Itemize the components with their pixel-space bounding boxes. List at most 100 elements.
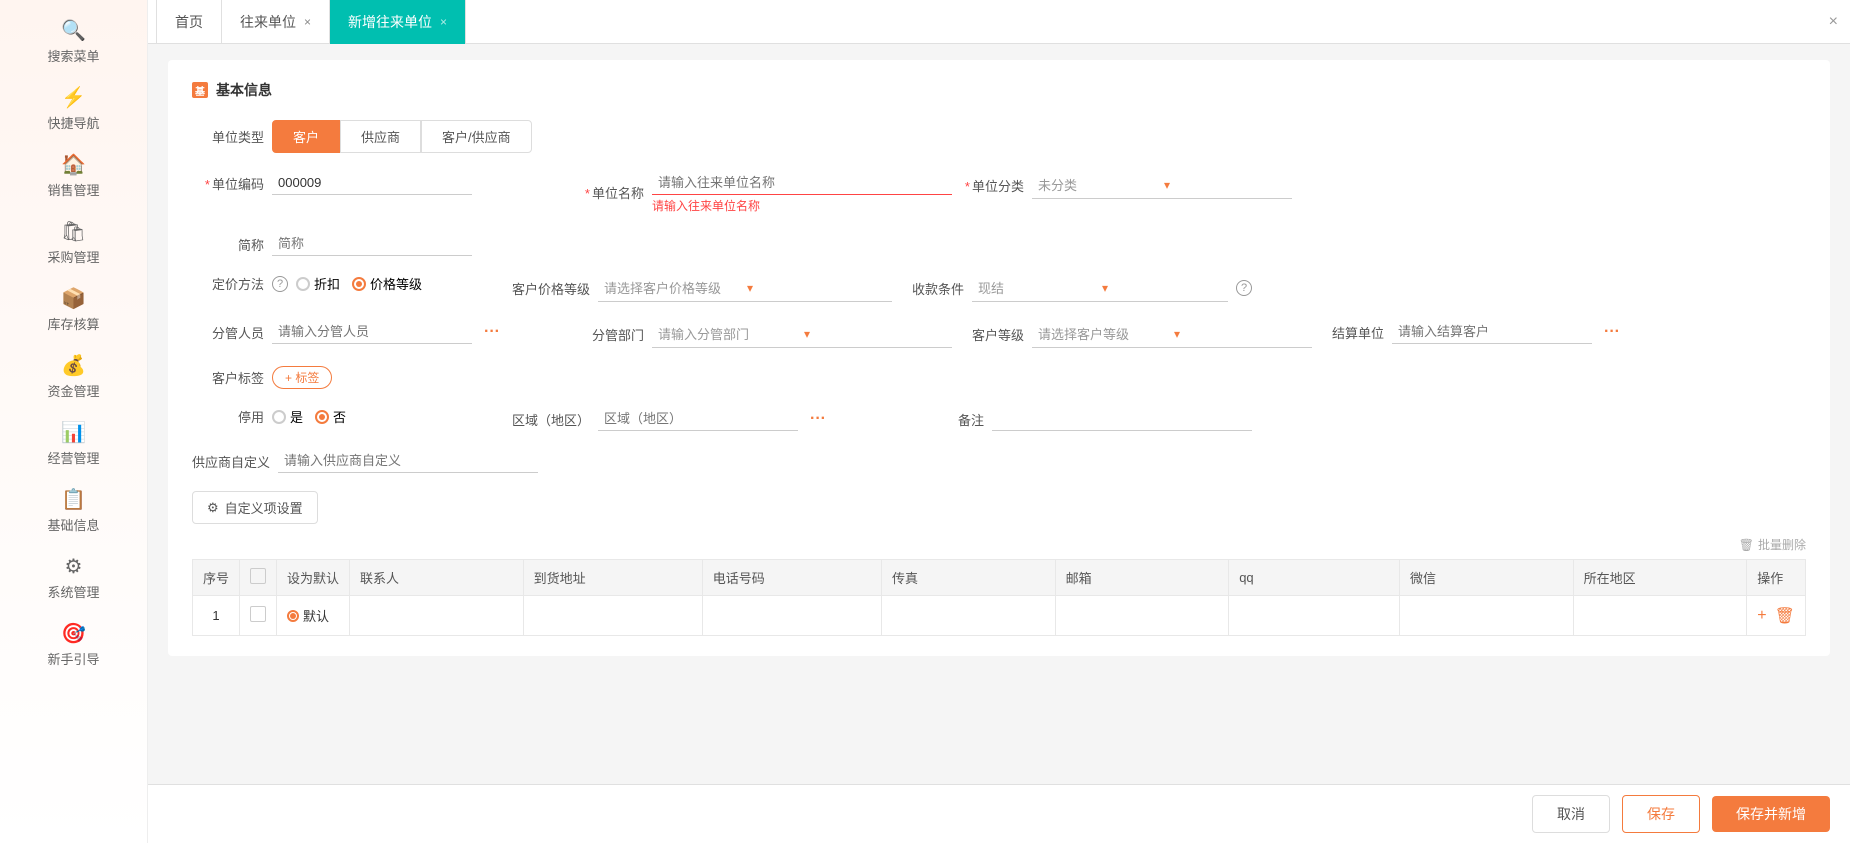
pricing-help-icon[interactable]: ? <box>272 276 288 292</box>
region-input[interactable] <box>598 407 798 431</box>
td-checkbox[interactable] <box>240 596 277 636</box>
sidebar-label-inventory: 库存核算 <box>47 314 99 333</box>
type-btn-both[interactable]: 客户/供应商 <box>421 120 532 153</box>
address-input[interactable] <box>534 604 692 627</box>
td-contact[interactable] <box>350 596 524 636</box>
td-fax[interactable] <box>881 596 1055 636</box>
sales-icon: 🏠 <box>61 152 86 177</box>
region-more-btn[interactable]: ··· <box>806 410 830 428</box>
sidebar-item-system[interactable]: ⚙ 系统管理 <box>0 544 147 611</box>
unit-category-group: 单位分类 未分类 ▾ <box>952 171 1292 199</box>
tab-new-partner-close[interactable]: × <box>440 15 447 29</box>
tab-bar: 首页 往来单位 × 新增往来单位 × × <box>148 0 1850 44</box>
email-input[interactable] <box>1066 604 1219 627</box>
phone-input[interactable] <box>713 604 871 627</box>
payment-condition-select[interactable]: 现结 ▾ <box>972 274 1228 302</box>
td-location[interactable] <box>1573 596 1747 636</box>
price-level-label: 价格等级 <box>370 274 422 293</box>
customer-price-level-label: 客户价格等级 <box>512 279 590 298</box>
manager-more-btn[interactable]: ··· <box>480 323 504 341</box>
sidebar-item-inventory[interactable]: 📦 库存核算 <box>0 276 147 343</box>
payment-help-icon[interactable]: ? <box>1236 280 1252 296</box>
batch-delete-area[interactable]: 🗑 批量删除 <box>192 536 1806 553</box>
customer-level-group: 客户等级 请选择客户等级 ▾ <box>952 320 1312 348</box>
unit-code-group: 单位编码 <box>192 171 572 195</box>
unit-code-input[interactable] <box>272 171 472 195</box>
payment-condition-arrow: ▾ <box>1102 281 1222 295</box>
save-button[interactable]: 保存 <box>1622 795 1700 833</box>
disabled-row: 停用 是 否 区域（地区） ··· <box>192 407 1806 431</box>
cancel-button[interactable]: 取消 <box>1532 795 1610 833</box>
contact-input[interactable] <box>360 604 513 627</box>
td-email[interactable] <box>1055 596 1229 636</box>
customer-level-select[interactable]: 请选择客户等级 ▾ <box>1032 320 1312 348</box>
tab-new-partner[interactable]: 新增往来单位 × <box>330 0 466 44</box>
supplier-custom-group: 供应商自定义 <box>192 449 652 473</box>
remark-input[interactable] <box>992 407 1252 431</box>
unit-name-input[interactable] <box>652 171 952 195</box>
td-phone[interactable] <box>702 596 881 636</box>
row-checkbox[interactable] <box>250 606 266 622</box>
add-row-btn[interactable]: + <box>1757 607 1766 625</box>
manager-input[interactable] <box>272 320 472 344</box>
pricing-radio-price-level[interactable]: 价格等级 <box>352 274 422 293</box>
payment-condition-value: 现结 <box>978 278 1098 297</box>
customer-tags-row: 客户标签 + 标签 <box>192 366 1806 389</box>
default-radio[interactable] <box>287 610 299 622</box>
close-all-tabs[interactable]: × <box>1829 13 1838 31</box>
disabled-group: 停用 是 否 <box>192 407 512 426</box>
unit-category-value: 未分类 <box>1038 175 1160 194</box>
fax-input[interactable] <box>892 604 1045 627</box>
add-tag-button[interactable]: + 标签 <box>272 366 332 389</box>
customer-price-level-placeholder: 请选择客户价格等级 <box>604 278 743 297</box>
search-icon: 🔍 <box>61 18 86 43</box>
custom-settings-button[interactable]: ⚙ 自定义项设置 <box>192 491 318 524</box>
td-address[interactable] <box>523 596 702 636</box>
location-input[interactable] <box>1584 604 1737 627</box>
discount-radio-circle <box>296 277 310 291</box>
sidebar-item-operations[interactable]: 📊 经营管理 <box>0 410 147 477</box>
save-and-new-button[interactable]: 保存并新增 <box>1712 796 1830 832</box>
sidebar-item-finance[interactable]: 💰 资金管理 <box>0 343 147 410</box>
type-btn-customer[interactable]: 客户 <box>272 120 340 153</box>
short-name-input[interactable] <box>272 232 472 256</box>
supplier-custom-label: 供应商自定义 <box>192 452 270 471</box>
customer-price-level-select[interactable]: 请选择客户价格等级 ▾ <box>598 274 892 302</box>
disabled-radios: 是 否 <box>272 407 346 426</box>
tab-partner[interactable]: 往来单位 × <box>222 0 330 44</box>
customer-tags-label: 客户标签 <box>192 368 264 387</box>
unit-name-input-group: 请输入往来单位名称 <box>652 171 952 214</box>
sidebar-item-base[interactable]: 📋 基础信息 <box>0 477 147 544</box>
disabled-radio-no[interactable]: 否 <box>315 407 346 426</box>
sidebar: 🔍 搜索菜单 ⚡ 快捷导航 🏠 销售管理 🛍 采购管理 📦 库存核算 💰 资金管… <box>0 0 148 843</box>
contact-table: 序号 设为默认 联系人 到货地址 电话号码 传真 邮箱 qq 微信 所在地区 操… <box>192 559 1806 636</box>
tab-home[interactable]: 首页 <box>156 0 222 44</box>
sidebar-label-search: 搜索菜单 <box>47 46 99 65</box>
operations-icon: 📊 <box>61 420 86 445</box>
payment-condition-group: 收款条件 现结 ▾ ? <box>892 274 1252 302</box>
region-label: 区域（地区） <box>512 410 590 429</box>
pricing-method-group: 定价方法 ? 折扣 价格等级 <box>192 274 512 293</box>
delete-row-btn[interactable]: 🗑 <box>1775 606 1795 626</box>
td-qq[interactable] <box>1229 596 1400 636</box>
tab-partner-close[interactable]: × <box>304 15 311 29</box>
unit-name-group: 单位名称 请输入往来单位名称 <box>572 171 952 214</box>
settlement-unit-input[interactable] <box>1392 320 1592 344</box>
settlement-more-btn[interactable]: ··· <box>1600 323 1624 341</box>
supplier-custom-input[interactable] <box>278 449 538 473</box>
pricing-radio-discount[interactable]: 折扣 <box>296 274 340 293</box>
wechat-input[interactable] <box>1410 604 1563 627</box>
unit-category-select[interactable]: 未分类 ▾ <box>1032 171 1292 199</box>
settlement-unit-group: 结算单位 ··· <box>1312 320 1652 344</box>
sidebar-label-base: 基础信息 <box>47 515 99 534</box>
type-btn-supplier[interactable]: 供应商 <box>340 120 421 153</box>
department-select[interactable]: 请输入分管部门 ▾ <box>652 320 952 348</box>
sidebar-item-search[interactable]: 🔍 搜索菜单 <box>0 8 147 75</box>
disabled-radio-yes[interactable]: 是 <box>272 407 303 426</box>
sidebar-item-quick-nav[interactable]: ⚡ 快捷导航 <box>0 75 147 142</box>
qq-input[interactable] <box>1239 604 1389 627</box>
sidebar-item-guide[interactable]: 🎯 新手引导 <box>0 611 147 678</box>
sidebar-item-purchase[interactable]: 🛍 采购管理 <box>0 209 147 276</box>
td-wechat[interactable] <box>1400 596 1574 636</box>
sidebar-item-sales[interactable]: 🏠 销售管理 <box>0 142 147 209</box>
